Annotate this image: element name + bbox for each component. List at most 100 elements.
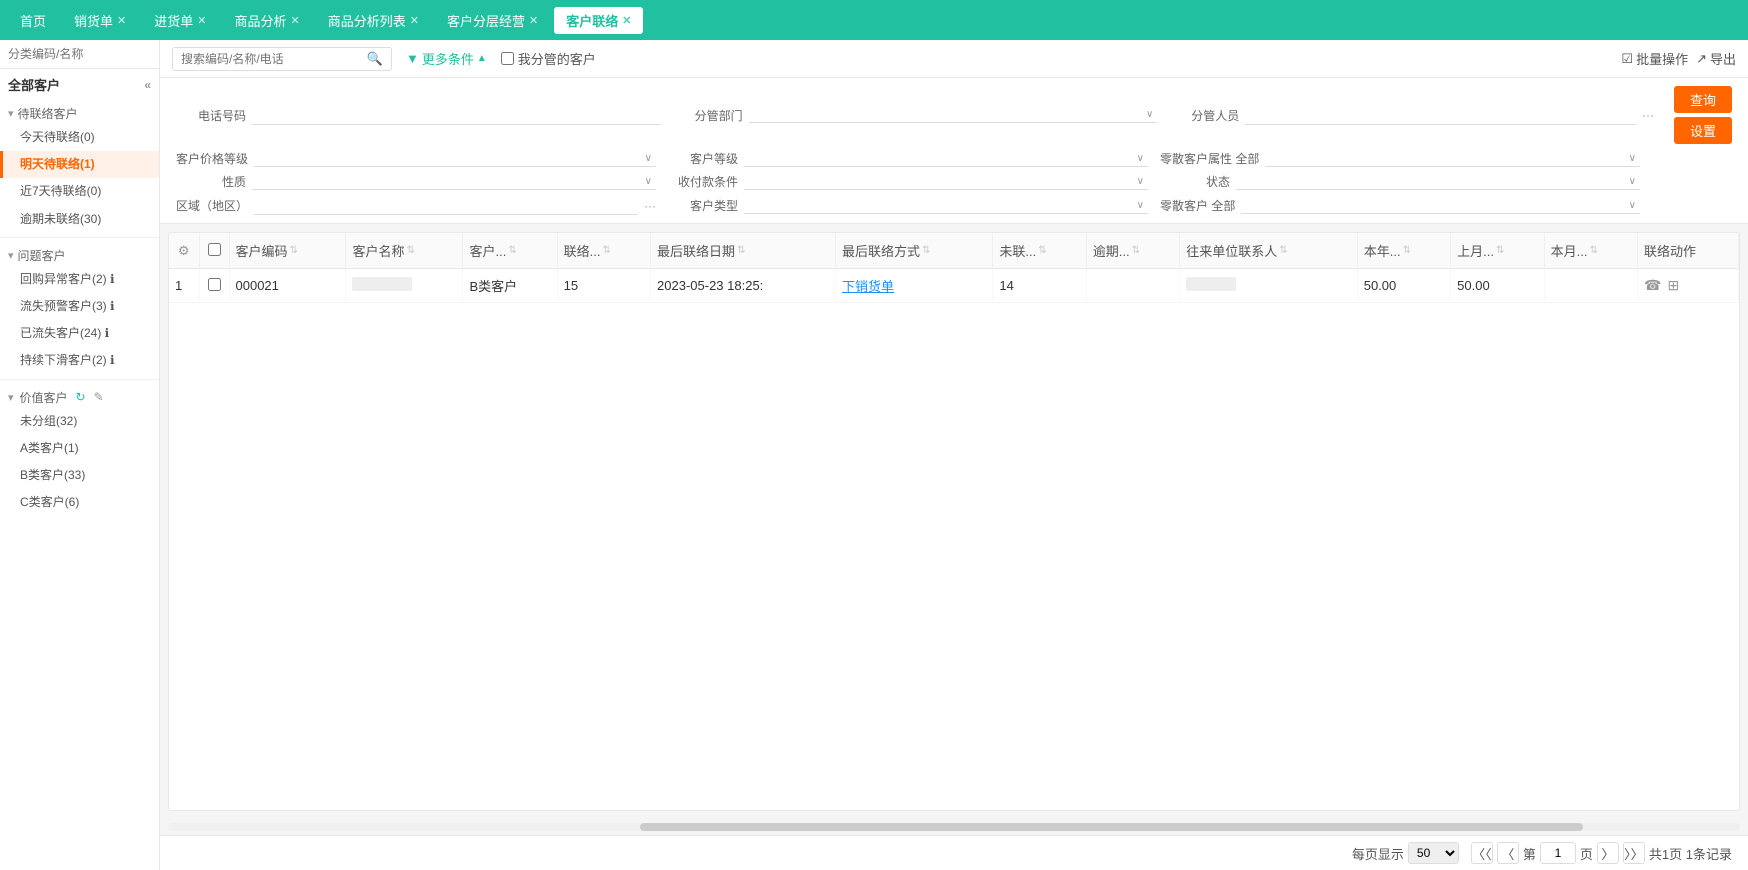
table-row: 1 000021 B类客户 15 2023-05-23 18:25: 下销货单 bbox=[169, 269, 1739, 303]
my-customer-checkbox[interactable] bbox=[501, 52, 514, 65]
sidebar-item-b-class[interactable]: B类客户(33) bbox=[0, 462, 159, 489]
select-all-checkbox[interactable] bbox=[208, 243, 221, 256]
nav-sales-order[interactable]: 销货单 ✕ bbox=[62, 7, 138, 34]
sidebar-item-churned[interactable]: 已流失客户(24) ℹ bbox=[0, 320, 159, 347]
top-nav: 首页 销货单 ✕ 进货单 ✕ 商品分析 ✕ 商品分析列表 ✕ 客户分层经营 ✕ … bbox=[0, 0, 1748, 40]
per-page-select[interactable]: 50 100 200 bbox=[1408, 842, 1459, 864]
sort-icon-code[interactable]: ⇅ bbox=[290, 245, 298, 256]
filter-status-label: 状态 bbox=[1160, 173, 1230, 190]
sort-icon-date[interactable]: ⇅ bbox=[737, 245, 745, 256]
filter-manager-dots[interactable]: ··· bbox=[1642, 108, 1654, 122]
sort-icon-no-contact[interactable]: ⇅ bbox=[1038, 245, 1046, 256]
filter-nature-select[interactable]: ∨ bbox=[252, 174, 656, 190]
filter-region-dots[interactable]: ··· bbox=[644, 199, 656, 213]
all-customers-header[interactable]: 全部客户 « bbox=[0, 69, 159, 100]
gear-icon[interactable]: ⚙ bbox=[178, 243, 190, 258]
value-refresh-icon[interactable]: ↻ bbox=[76, 390, 86, 404]
filter-row-4: 区域（地区） ··· 客户类型 ∨ 零散客户 全部 ∨ bbox=[176, 196, 1732, 215]
value-edit-icon[interactable]: ✎ bbox=[94, 390, 104, 404]
row-this-month bbox=[1544, 269, 1637, 303]
nav-customer-contact[interactable]: 客户联络 ✕ bbox=[554, 7, 643, 34]
filter-scatter-attr-select[interactable]: ∨ bbox=[1265, 151, 1640, 167]
sidebar-item-c-class[interactable]: C类客户(6) bbox=[0, 489, 159, 516]
sidebar-item-overdue[interactable]: 逾期未联络(30) bbox=[0, 206, 159, 233]
sidebar-item-churn-warning[interactable]: 流失预警客户(3) ℹ bbox=[0, 293, 159, 320]
filter-phone-input[interactable] bbox=[252, 106, 661, 125]
setting-button[interactable]: 设置 bbox=[1674, 117, 1732, 144]
action-phone-icon[interactable]: ☎ bbox=[1644, 277, 1661, 294]
total-label: 共1页 1条记录 bbox=[1649, 844, 1732, 863]
filter-region-input[interactable] bbox=[254, 196, 638, 215]
th-no-contact: 未联...⇅ bbox=[993, 233, 1086, 269]
filter-price-level-select[interactable]: ∨ bbox=[254, 151, 656, 167]
th-action: 联络动作 bbox=[1638, 233, 1739, 269]
row-checkbox[interactable] bbox=[208, 278, 221, 291]
batch-operation-button[interactable]: ☑ 批量操作 bbox=[1621, 49, 1688, 68]
sidebar-item-today[interactable]: 今天待联络(0) bbox=[0, 124, 159, 151]
sort-icon-unit[interactable]: ⇅ bbox=[1279, 245, 1287, 256]
filter-row-3: 性质 ∨ 收付款条件 ∨ 状态 bbox=[176, 173, 1732, 190]
page-input[interactable] bbox=[1540, 842, 1576, 864]
filter-scatter-attr-chevron: ∨ bbox=[1629, 153, 1636, 164]
first-page-button[interactable]: 〈〈 bbox=[1471, 842, 1493, 864]
nav-close-product-analysis-list[interactable]: ✕ bbox=[410, 14, 419, 27]
more-filter-button[interactable]: ▼ 更多条件 ▲ bbox=[400, 46, 493, 71]
nav-product-analysis-list[interactable]: 商品分析列表 ✕ bbox=[316, 7, 431, 34]
horizontal-scrollbar[interactable] bbox=[168, 823, 1740, 831]
nav-customer-segment[interactable]: 客户分层经营 ✕ bbox=[435, 7, 550, 34]
export-button[interactable]: ↗ 导出 bbox=[1696, 49, 1736, 68]
row-last-contact-method: 下销货单 bbox=[836, 269, 993, 303]
nav-close-sales-order[interactable]: ✕ bbox=[117, 14, 126, 27]
filter-status-select[interactable]: ∨ bbox=[1236, 174, 1640, 190]
filter-payment-select[interactable]: ∨ bbox=[744, 174, 1148, 190]
toolbar-search-icon[interactable]: 🔍 bbox=[367, 51, 383, 67]
filter-nature: 性质 ∨ bbox=[176, 173, 656, 190]
sort-icon-type[interactable]: ⇅ bbox=[508, 245, 516, 256]
nav-product-analysis[interactable]: 商品分析 ✕ bbox=[222, 7, 311, 34]
filter-customer-type-select[interactable]: ∨ bbox=[744, 198, 1148, 214]
sort-icon-this-month[interactable]: ⇅ bbox=[1589, 245, 1597, 256]
filter-manager-input[interactable] bbox=[1245, 106, 1636, 125]
sidebar-item-tomorrow[interactable]: 明天待联络(1) bbox=[0, 151, 159, 178]
sort-icon-year[interactable]: ⇅ bbox=[1403, 245, 1411, 256]
query-button[interactable]: 查询 bbox=[1674, 86, 1732, 113]
sort-icon-overdue[interactable]: ⇅ bbox=[1132, 245, 1140, 256]
filter-scatter-customer: 零散客户 全部 ∨ bbox=[1160, 197, 1640, 214]
nav-close-product-analysis[interactable]: ✕ bbox=[291, 14, 300, 27]
my-customer-checkbox-area: 我分管的客户 bbox=[501, 49, 596, 68]
sidebar-item-repurchase-abnormal[interactable]: 回购异常客户(2) ℹ bbox=[0, 266, 159, 293]
collapse-icon: « bbox=[144, 78, 151, 92]
th-unit-contact: 往来单位联系人⇅ bbox=[1180, 233, 1357, 269]
sidebar-group-value[interactable]: 价值客户 ↻ ✎ bbox=[0, 384, 159, 408]
scrollbar-thumb[interactable] bbox=[640, 823, 1583, 831]
th-overdue: 逾期...⇅ bbox=[1086, 233, 1179, 269]
main-layout: 🔍 全部客户 « 待联络客户 今天待联络(0) 明天待联络(1) 近7天待联络(… bbox=[0, 40, 1748, 870]
sort-icon-last-month[interactable]: ⇅ bbox=[1496, 245, 1504, 256]
sidebar-item-declining[interactable]: 持续下滑客户(2) ℹ bbox=[0, 347, 159, 374]
sort-icon-method[interactable]: ⇅ bbox=[922, 245, 930, 256]
sidebar-group-problem[interactable]: 问题客户 bbox=[0, 242, 159, 266]
nav-close-customer-contact[interactable]: ✕ bbox=[622, 14, 631, 27]
nav-close-customer-segment[interactable]: ✕ bbox=[529, 14, 538, 27]
search-input[interactable] bbox=[181, 52, 363, 66]
sidebar-item-ungrouped[interactable]: 未分组(32) bbox=[0, 408, 159, 435]
nav-close-purchase-order[interactable]: ✕ bbox=[197, 14, 206, 27]
th-settings: ⚙ bbox=[169, 233, 199, 269]
action-more-icon[interactable]: ⊞ bbox=[1667, 277, 1679, 294]
prev-page-button[interactable]: 〈 bbox=[1497, 842, 1519, 864]
sidebar-group-pending[interactable]: 待联络客户 bbox=[0, 100, 159, 124]
contact-method-link[interactable]: 下销货单 bbox=[842, 279, 894, 294]
filter-customer-level-select[interactable]: ∨ bbox=[744, 151, 1148, 167]
sort-icon-name[interactable]: ⇅ bbox=[407, 245, 415, 256]
nav-home[interactable]: 首页 bbox=[8, 7, 58, 34]
filter-dept-select[interactable]: ∨ bbox=[749, 107, 1158, 123]
sidebar-item-7days[interactable]: 近7天待联络(0) bbox=[0, 178, 159, 205]
filter-scatter-customer-select[interactable]: ∨ bbox=[1241, 198, 1640, 214]
sidebar-search-input[interactable] bbox=[8, 47, 160, 61]
th-checkbox bbox=[199, 233, 229, 269]
next-page-button[interactable]: 〉 bbox=[1597, 842, 1619, 864]
sort-icon-contact[interactable]: ⇅ bbox=[602, 245, 610, 256]
sidebar-item-a-class[interactable]: A类客户(1) bbox=[0, 435, 159, 462]
last-page-button[interactable]: 〉〉 bbox=[1623, 842, 1645, 864]
nav-purchase-order[interactable]: 进货单 ✕ bbox=[142, 7, 218, 34]
